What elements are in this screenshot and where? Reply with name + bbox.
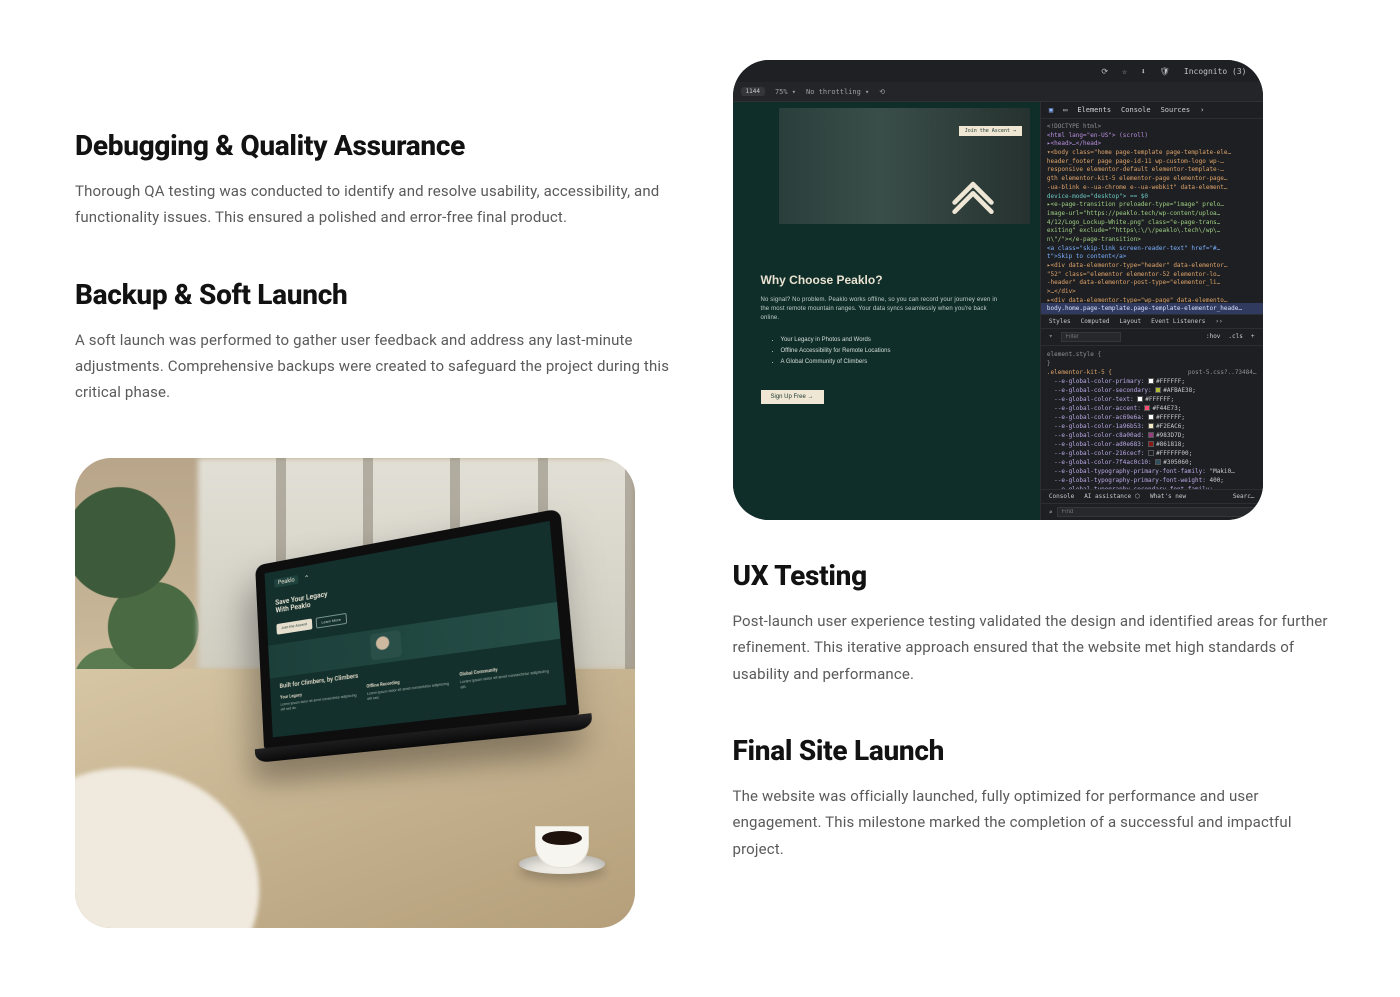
heading-final-launch: Final Site Launch	[733, 735, 1331, 767]
tab-more: ›	[1200, 106, 1204, 114]
viewport-width: 1144	[741, 87, 765, 96]
styles-pane: element.style { } .elementor-kit-5 { pos…	[1041, 346, 1263, 489]
mock-btn-primary: Join the Ascent	[276, 618, 312, 634]
incognito-label: Incognito (3)	[1184, 67, 1247, 76]
paragraph-debugging-qa: Thorough QA testing was conducted to ide…	[75, 178, 673, 231]
drawer-console: Console	[1049, 493, 1074, 500]
page-cta-button: Join the Ascent →	[959, 126, 1022, 136]
subtab-more: ››	[1215, 318, 1222, 325]
paragraph-backup-soft-launch: A soft launch was performed to gather us…	[75, 327, 673, 406]
mock-brand: Peaklo	[274, 575, 299, 588]
page-li-2: Offline Accessibility for Remote Locatio…	[781, 346, 1040, 357]
dom-breadcrumb: body.home.page-template.page-template-el…	[1041, 303, 1263, 314]
styles-filter-input	[1061, 332, 1121, 342]
zoom-level: 75% ▾	[775, 88, 796, 96]
tab-sources: Sources	[1161, 106, 1191, 114]
incognito-icon: 🛡	[1160, 67, 1170, 76]
filter-funnel-icon: ▿	[1049, 333, 1053, 340]
subtab-layout: Layout	[1119, 318, 1141, 325]
tab-elements: Elements	[1077, 106, 1111, 114]
reload-icon: ⟳	[1101, 67, 1108, 76]
dom-tree: <!DOCTYPE html> <html lang="en-US"> (scr…	[1041, 119, 1263, 303]
tab-console: Console	[1121, 106, 1151, 114]
heading-ux-testing: UX Testing	[733, 560, 1331, 592]
inspect-icon: ▣	[1049, 106, 1053, 114]
peaklo-logo-icon	[950, 168, 996, 214]
page-subtext: No signal? No problem. Peaklo works offl…	[761, 296, 1000, 323]
page-li-3: A Global Community of Climbers	[781, 357, 1040, 368]
cls-toggle: .cls	[1228, 333, 1242, 340]
heading-backup-soft-launch: Backup & Soft Launch	[75, 279, 673, 311]
drawer-ai: AI assistance ⬡	[1084, 493, 1140, 500]
add-rule-icon: +	[1251, 333, 1255, 340]
device-rotate-icon: ⟲	[879, 88, 885, 96]
subtab-listeners: Event Listeners	[1151, 318, 1205, 325]
drawer-whatsnew: What's new	[1150, 493, 1186, 500]
image-devtools-screenshot: ⟳ ☆ ⬇ 🛡 Incognito (3) 1144 75% ▾ No thro…	[733, 60, 1263, 520]
paragraph-final-launch: The website was officially launched, ful…	[733, 783, 1331, 862]
device-icon: ▭	[1063, 106, 1067, 114]
image-laptop-mockup: Peaklo⌃ Save Your Legacy With Peaklo Joi…	[75, 458, 635, 928]
throttle-select: No throttling ▾	[806, 88, 869, 96]
heading-debugging-qa: Debugging & Quality Assurance	[75, 130, 673, 162]
star-icon: ☆	[1122, 67, 1127, 76]
find-input	[1057, 507, 1255, 517]
download-icon: ⬇	[1141, 67, 1146, 76]
drawer-search: Searc…	[1233, 493, 1255, 500]
search-icon: ⌕	[1049, 509, 1053, 516]
page-li-1: Your Legacy in Photos and Words	[781, 335, 1040, 346]
subtab-computed: Computed	[1081, 318, 1110, 325]
page-signup-button: Sign Up Free →	[761, 390, 824, 404]
subtab-styles: Styles	[1049, 318, 1071, 325]
page-heading: Why Choose Peaklo?	[761, 274, 1040, 286]
hov-toggle: :hov	[1206, 333, 1220, 340]
paragraph-ux-testing: Post-launch user experience testing vali…	[733, 608, 1331, 687]
mock-btn-ghost: Learn More	[315, 613, 347, 629]
